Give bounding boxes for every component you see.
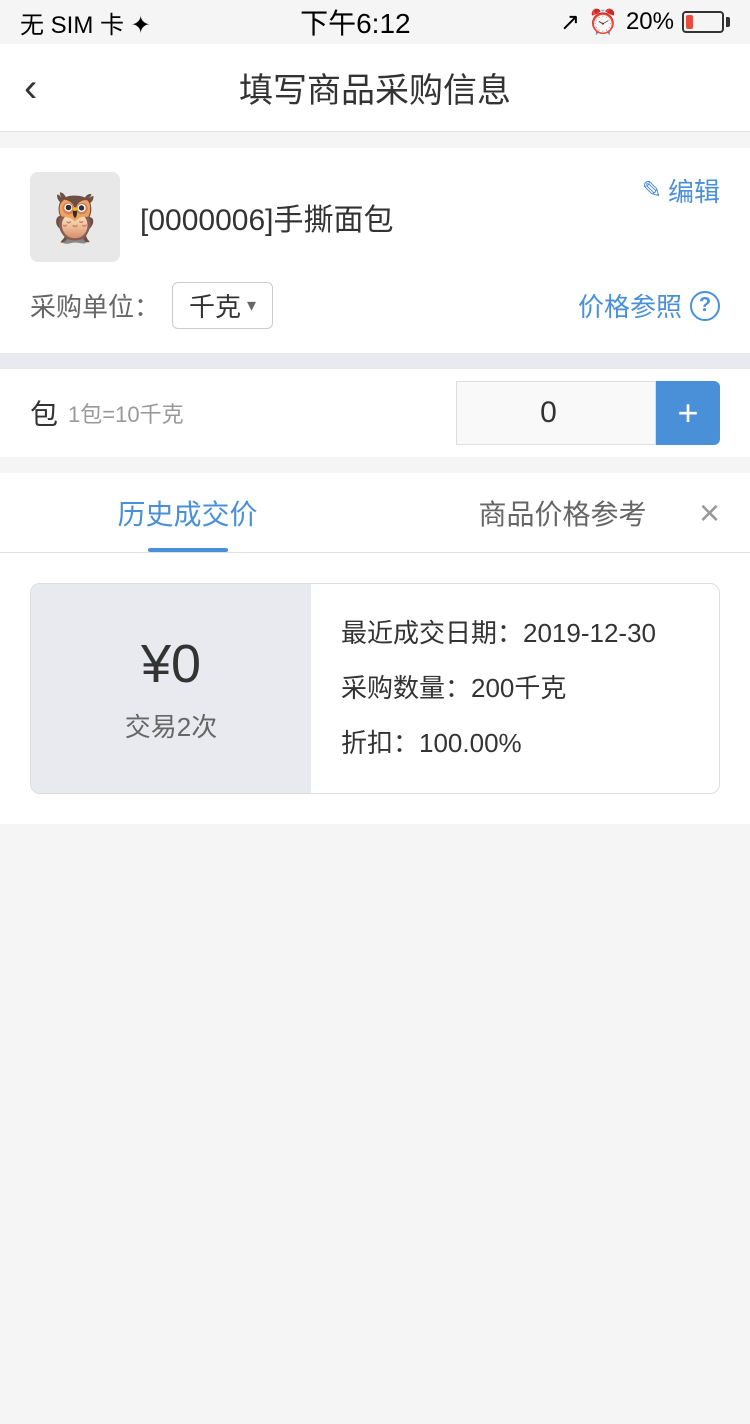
- price-symbol: ¥: [141, 634, 171, 694]
- quantity-section: 包 1包=10千克 +: [0, 369, 750, 457]
- purchase-qty-row: 采购数量：200千克: [341, 669, 689, 708]
- price-card: ¥0 交易2次 最近成交日期：2019-12-30 采购数量：200千克 折扣：…: [30, 583, 720, 794]
- quantity-input[interactable]: [456, 381, 656, 445]
- product-logo: 🦉: [45, 189, 105, 246]
- tab-product-price-ref-label: 商品价格参考: [478, 493, 646, 533]
- nav-bar: ‹ 填写商品采购信息: [0, 44, 750, 132]
- product-thumbnail: 🦉: [30, 172, 120, 262]
- unit-select[interactable]: 千克 ▾: [172, 282, 273, 329]
- quantity-label: 包 1包=10千克: [30, 393, 184, 433]
- product-header: 🦉 [0000006]手撕面包 ✎ 编辑: [30, 172, 720, 262]
- battery-icon: [682, 11, 730, 33]
- status-bar: 无 SIM 卡 ✦ 下午6:12 ↗ ⏰ 20%: [0, 0, 750, 44]
- discount-row: 折扣：100.00%: [341, 724, 689, 763]
- purchase-qty-value: 200千克: [471, 673, 566, 703]
- product-name: [0000006]手撕面包: [140, 195, 393, 239]
- product-section: 🦉 [0000006]手撕面包 ✎ 编辑 采购单位： 千克 ▾ 价格参照 ?: [0, 148, 750, 353]
- price-ref-label: 价格参照: [578, 287, 682, 324]
- card-content: ¥0 交易2次 最近成交日期：2019-12-30 采购数量：200千克 折扣：…: [0, 553, 750, 824]
- battery-percent: 20%: [626, 8, 674, 36]
- sim-status: 无 SIM 卡 ✦: [20, 5, 151, 40]
- price-ref-button[interactable]: 价格参照 ?: [578, 287, 720, 324]
- price-card-left: ¥0 交易2次: [31, 584, 311, 793]
- tab-product-price-ref[interactable]: 商品价格参考: [375, 473, 750, 552]
- dropdown-arrow-icon: ▾: [247, 295, 256, 316]
- tabs-header: 历史成交价 商品价格参考 ×: [0, 473, 750, 553]
- edit-label: 编辑: [668, 172, 720, 209]
- status-left: 无 SIM 卡 ✦: [20, 5, 151, 40]
- edit-icon: ✎: [642, 176, 662, 205]
- purchase-qty-label: 采购数量：: [341, 673, 471, 703]
- edit-button[interactable]: ✎ 编辑: [642, 172, 720, 209]
- tab-history-price[interactable]: 历史成交价: [0, 473, 375, 552]
- quantity-plus-button[interactable]: +: [656, 381, 720, 445]
- close-button[interactable]: ×: [699, 492, 720, 534]
- status-right: ↗ ⏰ 20%: [560, 8, 730, 37]
- tab-history-price-label: 历史成交价: [117, 493, 257, 533]
- discount-value: 100.00%: [419, 728, 522, 758]
- last-deal-date-label: 最近成交日期：: [341, 618, 523, 648]
- discount-label: 折扣：: [341, 728, 419, 758]
- page-title: 填写商品采购信息: [239, 63, 511, 112]
- unit-label: 采购单位：: [30, 287, 160, 324]
- last-deal-date-row: 最近成交日期：2019-12-30: [341, 614, 689, 653]
- last-deal-date-value: 2019-12-30: [523, 618, 656, 648]
- trade-count: 交易2次: [125, 707, 217, 744]
- location-icon: ↗: [560, 8, 580, 37]
- price-main: ¥0: [141, 633, 201, 695]
- alarm-icon: ⏰: [588, 8, 618, 37]
- unit-bao: 包: [30, 393, 58, 433]
- tabs-section: 历史成交价 商品价格参考 × ¥0 交易2次 最近成交日期：2019-12-30…: [0, 473, 750, 824]
- price-value: 0: [171, 634, 201, 694]
- unit-value: 千克: [189, 287, 241, 324]
- price-ref-help-icon: ?: [690, 291, 720, 321]
- bottom-area: [0, 824, 750, 1424]
- unit-left: 采购单位： 千克 ▾: [30, 282, 273, 329]
- unit-row: 采购单位： 千克 ▾ 价格参照 ?: [30, 282, 720, 329]
- tab-active-underline: [148, 548, 228, 552]
- product-info-left: 🦉 [0000006]手撕面包: [30, 172, 393, 262]
- status-time: 下午6:12: [300, 2, 411, 42]
- back-button[interactable]: ‹: [24, 68, 37, 108]
- unit-conversion: 1包=10千克: [68, 397, 184, 429]
- quantity-input-group: +: [456, 381, 720, 445]
- divider: [0, 353, 750, 369]
- price-card-right: 最近成交日期：2019-12-30 采购数量：200千克 折扣：100.00%: [311, 584, 719, 793]
